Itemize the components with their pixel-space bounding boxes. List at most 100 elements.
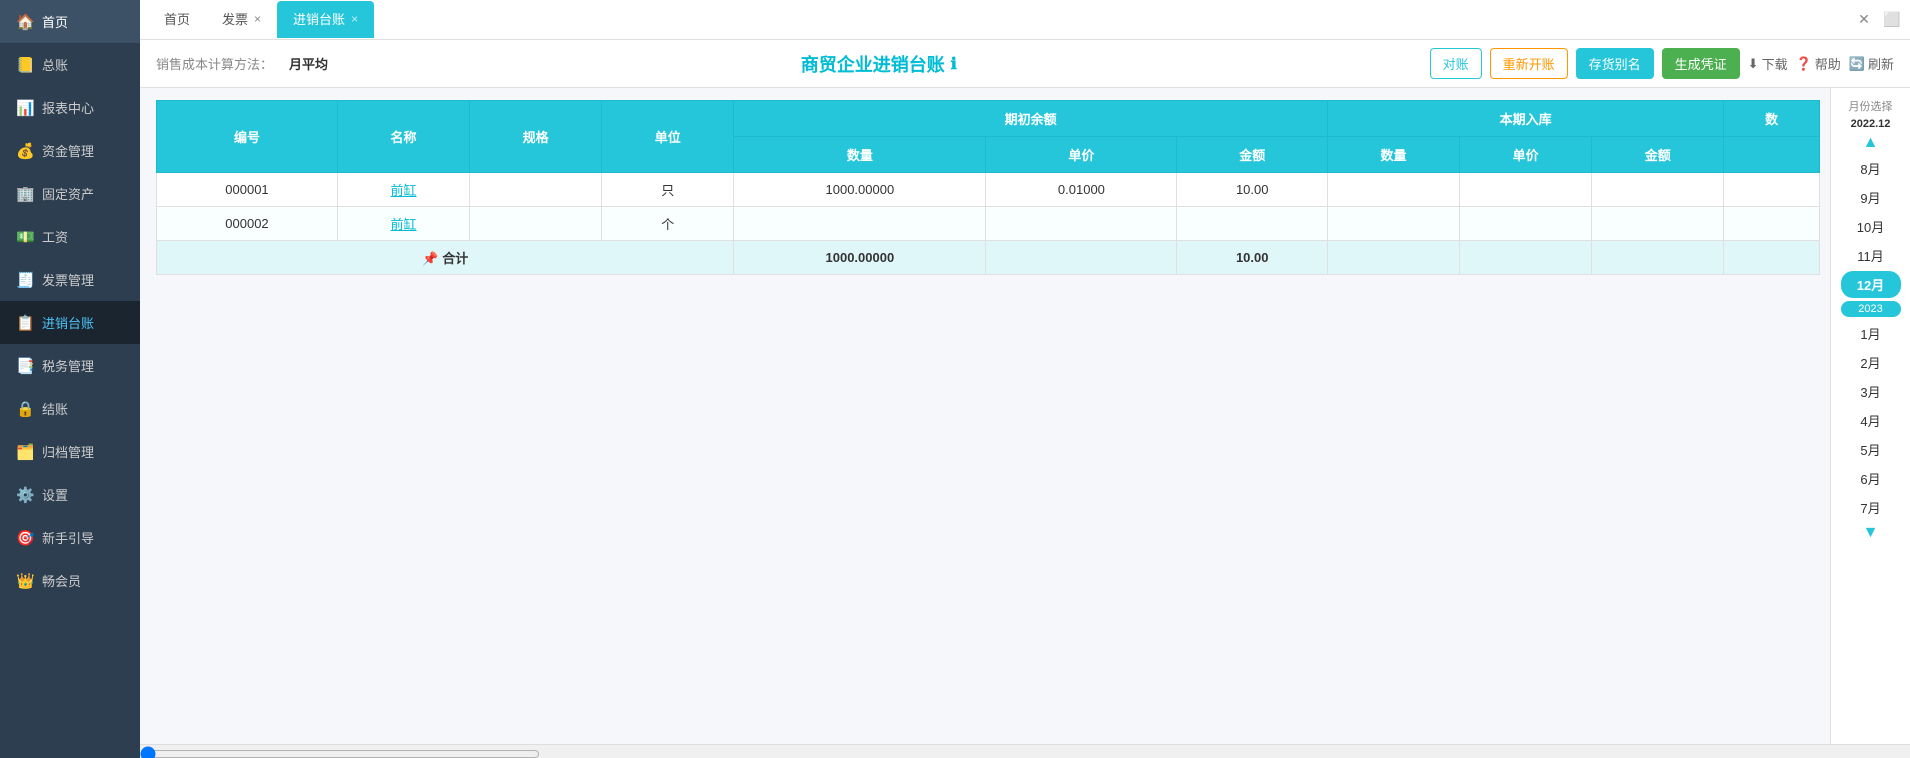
sidebar-label-tax: 税务管理	[42, 356, 94, 375]
cell-name-2[interactable]: 前缸	[337, 207, 469, 241]
tab-purchase-sales[interactable]: 进销台账 ×	[277, 1, 374, 38]
month-panel: 月份选择 2022.12 ▲ 8月 9月 10月 11月 12月 2023 1月…	[1830, 88, 1910, 744]
sidebar-label-salary: 工资	[42, 227, 68, 246]
total-label: 📌合计	[157, 241, 734, 275]
cell-ib-price-2	[1460, 207, 1592, 241]
col-ib-qty: 数量	[1327, 137, 1459, 173]
download-button[interactable]: ⬇ 下载	[1748, 54, 1788, 73]
cell-ps-qty-2	[734, 207, 986, 241]
tab-invoice[interactable]: 发票 ×	[206, 1, 277, 38]
tab-home[interactable]: 首页	[148, 1, 206, 38]
help-icon: ❓	[1796, 56, 1812, 72]
sidebar-item-ledger[interactable]: 📒 总账	[0, 43, 140, 86]
page-title-text: 商贸企业进销台账	[801, 51, 945, 77]
sidebar-label-close: 结账	[42, 399, 68, 418]
sidebar-item-fixed-assets[interactable]: 🏢 固定资产	[0, 172, 140, 215]
home-icon: 🏠	[16, 13, 34, 31]
archive-icon: 🗂️	[16, 443, 34, 461]
month-3[interactable]: 3月	[1841, 378, 1901, 405]
tax-icon: 📑	[16, 357, 34, 375]
main-table: 编号 名称 规格 单位 期初余额 本期入库 数 数量 单价 金额 数	[156, 100, 1820, 275]
cell-spec-2	[470, 207, 602, 241]
refresh-label: 刷新	[1868, 54, 1894, 73]
cell-name-1[interactable]: 前缸	[337, 173, 469, 207]
save-alias-button[interactable]: 存货别名	[1576, 48, 1654, 79]
cell-ps-price-2	[986, 207, 1177, 241]
cell-more-1	[1724, 173, 1820, 207]
sidebar-label-member: 畅会员	[42, 571, 81, 590]
ledger-icon: 📒	[16, 56, 34, 74]
sidebar-label-home: 首页	[42, 12, 68, 31]
download-label: 下载	[1762, 54, 1788, 73]
refresh-button[interactable]: 🔄 刷新	[1849, 54, 1894, 73]
tab-invoice-close[interactable]: ×	[254, 12, 261, 26]
sidebar-label-archive: 归档管理	[42, 442, 94, 461]
col-ps-qty: 数量	[734, 137, 986, 173]
member-icon: 👑	[16, 572, 34, 590]
page-title: 商贸企业进销台账 ℹ	[344, 51, 1414, 77]
month-10[interactable]: 10月	[1841, 213, 1901, 240]
month-2[interactable]: 2月	[1841, 349, 1901, 376]
month-1[interactable]: 1月	[1841, 320, 1901, 347]
sidebar-item-settings[interactable]: ⚙️ 设置	[0, 473, 140, 516]
col-code: 编号	[157, 101, 338, 173]
info-icon[interactable]: ℹ	[951, 54, 957, 74]
window-maximize-btn[interactable]: ⬜	[1882, 10, 1902, 30]
month-5[interactable]: 5月	[1841, 436, 1901, 463]
col-period-start: 期初余额	[734, 101, 1328, 137]
month-11[interactable]: 11月	[1841, 242, 1901, 269]
reopen-button[interactable]: 重新开账	[1490, 48, 1568, 79]
total-ib-amount	[1592, 241, 1724, 275]
sidebar-item-close[interactable]: 🔒 结账	[0, 387, 140, 430]
help-button[interactable]: ❓ 帮助	[1796, 54, 1841, 73]
sidebar-item-archive[interactable]: 🗂️ 归档管理	[0, 430, 140, 473]
sidebar-item-home[interactable]: 🏠 首页	[0, 0, 140, 43]
sidebar-label-guide: 新手引导	[42, 528, 94, 547]
sidebar-label-reports: 报表中心	[42, 98, 94, 117]
month-9[interactable]: 9月	[1841, 184, 1901, 211]
col-ps-price: 单价	[986, 137, 1177, 173]
horizontal-scrollbar[interactable]	[140, 746, 540, 758]
sidebar-item-tax[interactable]: 📑 税务管理	[0, 344, 140, 387]
sidebar: 🏠 首页 📒 总账 📊 报表中心 💰 资金管理 🏢 固定资产 💵 工资 🧾 发票…	[0, 0, 140, 758]
table-row: 000002 前缸 个	[157, 207, 1820, 241]
scroll-up-arrow[interactable]: ▲	[1861, 132, 1881, 154]
sidebar-item-purchase-sales[interactable]: 📋 进销台账	[0, 301, 140, 344]
sidebar-label-funds: 资金管理	[42, 141, 94, 160]
month-12[interactable]: 12月	[1841, 271, 1901, 298]
scroll-down-arrow[interactable]: ▼	[1861, 522, 1881, 544]
generate-voucher-button[interactable]: 生成凭证	[1662, 48, 1740, 79]
sidebar-item-invoice-mgmt[interactable]: 🧾 发票管理	[0, 258, 140, 301]
duizhang-button[interactable]: 对账	[1430, 48, 1482, 79]
sidebar-label-invoice-mgmt: 发票管理	[42, 270, 94, 289]
col-unit: 单位	[602, 101, 734, 173]
col-more-sub	[1724, 137, 1820, 173]
month-6[interactable]: 6月	[1841, 465, 1901, 492]
invoice-mgmt-icon: 🧾	[16, 271, 34, 289]
total-ps-amount: 10.00	[1177, 241, 1327, 275]
month-4[interactable]: 4月	[1841, 407, 1901, 434]
download-icon: ⬇	[1748, 56, 1759, 72]
cell-ib-price-1	[1460, 173, 1592, 207]
window-close-btn[interactable]: ✕	[1854, 10, 1874, 30]
tab-home-label: 首页	[164, 9, 190, 28]
month-8[interactable]: 8月	[1841, 155, 1901, 182]
guide-icon: 🎯	[16, 529, 34, 547]
sidebar-item-funds[interactable]: 💰 资金管理	[0, 129, 140, 172]
bottom-scrollbar[interactable]	[140, 744, 1910, 758]
help-label: 帮助	[1815, 54, 1841, 73]
settings-icon: ⚙️	[16, 486, 34, 504]
sidebar-item-reports[interactable]: 📊 报表中心	[0, 86, 140, 129]
tab-purchase-sales-label: 进销台账	[293, 9, 345, 28]
month-7[interactable]: 7月	[1841, 494, 1901, 521]
total-ps-qty: 1000.00000	[734, 241, 986, 275]
cell-unit-1: 只	[602, 173, 734, 207]
cell-code-2: 000002	[157, 207, 338, 241]
sidebar-item-member[interactable]: 👑 畅会员	[0, 559, 140, 602]
col-inbound: 本期入库	[1327, 101, 1723, 137]
sidebar-item-guide[interactable]: 🎯 新手引导	[0, 516, 140, 559]
top-bar: 销售成本计算方法： 月平均 商贸企业进销台账 ℹ 对账 重新开账 存货别名 生成…	[140, 40, 1910, 88]
sidebar-item-salary[interactable]: 💵 工资	[0, 215, 140, 258]
total-ib-price	[1460, 241, 1592, 275]
tab-purchase-sales-close[interactable]: ×	[351, 12, 358, 26]
